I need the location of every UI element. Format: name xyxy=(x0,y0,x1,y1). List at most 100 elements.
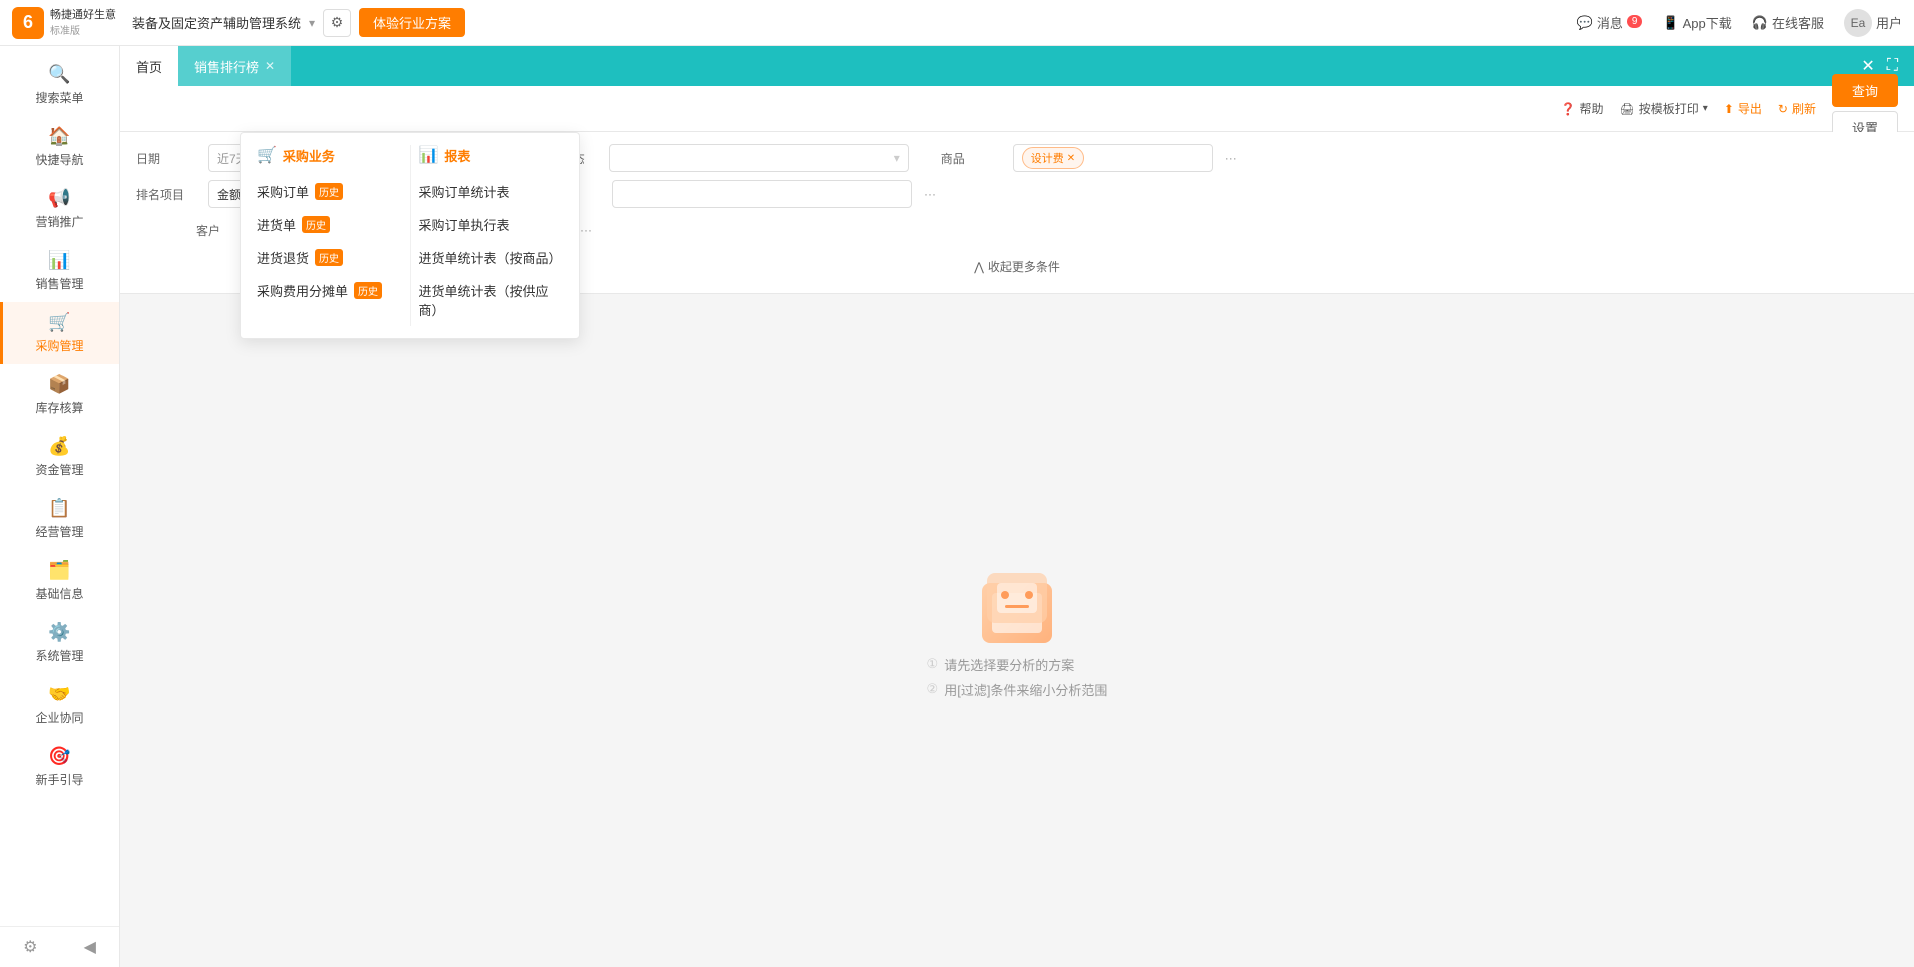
export-button[interactable]: ⬆ 导出 xyxy=(1724,100,1762,117)
sidebar-item-sales[interactable]: 📊 销售管理 xyxy=(0,240,119,302)
sales-icon: 📊 xyxy=(48,250,70,271)
marketing-icon: 📢 xyxy=(48,188,70,209)
app-download-label: App下载 xyxy=(1683,13,1732,32)
tab-close-icon[interactable]: ✕ xyxy=(265,59,275,73)
export-icon: ⬆ xyxy=(1724,102,1734,116)
empty-state: ① 请先选择要分析的方案 ② 用[过滤]条件来缩小分析范围 xyxy=(120,294,1914,967)
dropdown-purchase-order[interactable]: 采购订单 历史 xyxy=(257,175,402,208)
sidebar-item-quick-nav[interactable]: 🏠 快捷导航 xyxy=(0,116,119,178)
purchase-icon: 🛒 xyxy=(48,312,70,333)
title-arrow-icon: ▾ xyxy=(309,16,315,30)
stock-stats-supplier-label: 进货单统计表（按供应商） xyxy=(419,281,564,319)
online-service-button[interactable]: 🎧 在线客服 xyxy=(1752,13,1824,32)
dropdown-stock-in[interactable]: 进货单 历史 xyxy=(257,208,402,241)
sidebar: 🔍 搜索菜单 🏠 快捷导航 📢 营销推广 📊 销售管理 🛒 采购管理 📦 库存核… xyxy=(0,46,120,967)
industry-button[interactable]: 体验行业方案 xyxy=(359,8,465,37)
dropdown-stock-stats-goods[interactable]: 进货单统计表（按商品） xyxy=(419,241,564,274)
app-download-button[interactable]: 📱 App下载 xyxy=(1662,13,1731,32)
system-icon: ⚙️ xyxy=(48,622,70,643)
main-body: 🔍 搜索菜单 🏠 快捷导航 📢 营销推广 📊 销售管理 🛒 采购管理 📦 库存核… xyxy=(0,46,1914,967)
help-icon: ❓ xyxy=(1561,102,1576,116)
message-button[interactable]: 💬 消息 9 xyxy=(1577,13,1643,32)
phone-icon: 📱 xyxy=(1662,15,1678,31)
dropdown-report-title: 📊 报表 xyxy=(419,145,564,165)
purchase-expense-history-badge: 历史 xyxy=(354,282,382,299)
sidebar-item-guide[interactable]: 🎯 新手引导 xyxy=(0,736,119,798)
sidebar-item-marketing[interactable]: 📢 营销推广 xyxy=(0,178,119,240)
dropdown-purchase-expense[interactable]: 采购费用分摊单 历史 xyxy=(257,274,402,307)
message-label: 消息 xyxy=(1597,13,1623,32)
sidebar-item-inventory[interactable]: 📦 库存核算 xyxy=(0,364,119,426)
purchase-expense-label: 采购费用分摊单 xyxy=(257,281,348,300)
collapse-icon: ⋀ xyxy=(974,260,984,274)
sidebar-label-quick-nav: 快捷导航 xyxy=(35,151,83,168)
sidebar-item-basic-info[interactable]: 🗂️ 基础信息 xyxy=(0,550,119,612)
stock-in-history-badge: 历史 xyxy=(302,216,330,233)
dropdown-stock-stats-supplier[interactable]: 进货单统计表（按供应商） xyxy=(419,274,564,326)
print-dropdown-icon: ▾ xyxy=(1703,103,1708,114)
refresh-label: 刷新 xyxy=(1792,100,1816,117)
print-template-button[interactable]: 🖨 按模板打印 ▾ xyxy=(1620,100,1708,117)
sidebar-label-sales: 销售管理 xyxy=(35,275,83,292)
sidebar-item-operations[interactable]: 📋 经营管理 xyxy=(0,488,119,550)
message-icon: 💬 xyxy=(1577,15,1593,31)
empty-robot-svg xyxy=(967,563,1067,643)
help-label: 帮助 xyxy=(1580,100,1604,117)
empty-icon xyxy=(967,563,1067,643)
tab-bar: 首页 销售排行榜 ✕ ✕ ⛶ xyxy=(120,46,1914,86)
rank-filter-label: 排名项目 xyxy=(136,186,196,203)
tab-sales-rank[interactable]: 销售排行榜 ✕ xyxy=(178,46,291,86)
settings-gear-button[interactable]: ⚙ xyxy=(323,9,351,37)
goods-tag: 设计费 ✕ xyxy=(1022,147,1084,169)
dropdown-stock-return[interactable]: 进货退货 历史 xyxy=(257,241,402,274)
online-service-label: 在线客服 xyxy=(1772,13,1824,32)
dropdown-purchase-order-exec[interactable]: 采购订单执行表 xyxy=(419,208,564,241)
sidebar-item-purchase[interactable]: 🛒 采购管理 xyxy=(0,302,119,364)
status-filter-input[interactable]: ▾ xyxy=(609,144,909,172)
dropdown-purchase-title: 🛒 采购业务 xyxy=(257,145,402,165)
sidebar-label-marketing: 营销推广 xyxy=(35,213,83,230)
avatar: Ea xyxy=(1844,9,1872,37)
sidebar-label-cooperation: 企业协同 xyxy=(35,709,83,726)
user-area[interactable]: Ea 用户 xyxy=(1844,9,1902,37)
stock-stats-goods-label: 进货单统计表（按商品） xyxy=(419,248,562,267)
empty-hint1: 请先选择要分析的方案 xyxy=(944,655,1074,674)
purchase-dropdown-menu: 🛒 采购业务 采购订单 历史 进货单 历史 进货退货 历史 xyxy=(240,132,580,339)
print-icon: 🖨 xyxy=(1620,102,1635,116)
inventory-icon: 📦 xyxy=(48,374,70,395)
customer-filter-dots[interactable]: ··· xyxy=(580,223,592,237)
sidebar-collapse-button[interactable]: ◀ xyxy=(84,937,96,957)
sidebar-settings-button[interactable]: ⚙ xyxy=(23,937,37,957)
logo-title: 畅捷通好生意 xyxy=(50,8,116,22)
help-button[interactable]: ❓ 帮助 xyxy=(1561,100,1604,117)
header-title-area: 装备及固定资产辅助管理系统 ▾ ⚙ 体验行业方案 xyxy=(132,8,1577,37)
dropdown-purchase-order-stats[interactable]: 采购订单统计表 xyxy=(419,175,564,208)
query-button[interactable]: 查询 xyxy=(1832,74,1898,107)
goods-tag-close-icon[interactable]: ✕ xyxy=(1067,153,1075,164)
purchase-order-label: 采购订单 xyxy=(257,182,309,201)
system-title: 装备及固定资产辅助管理系统 xyxy=(132,13,301,32)
sidebar-item-cooperation[interactable]: 🤝 企业协同 xyxy=(0,674,119,736)
status-dropdown-icon: ▾ xyxy=(894,151,900,165)
goods-filter-input[interactable]: 设计费 ✕ xyxy=(1013,144,1213,172)
dropdown-columns: 🛒 采购业务 采购订单 历史 进货单 历史 进货退货 历史 xyxy=(241,145,579,326)
sidebar-item-system[interactable]: ⚙️ 系统管理 xyxy=(0,612,119,674)
toolbar: ❓ 帮助 🖨 按模板打印 ▾ ⬆ 导出 ↻ 刷新 查询 设置 xyxy=(120,86,1914,132)
sidebar-label-inventory: 库存核算 xyxy=(35,399,83,416)
purchase-section-icon: 🛒 xyxy=(257,145,277,165)
refresh-button[interactable]: ↻ 刷新 xyxy=(1778,100,1816,117)
sidebar-item-finance[interactable]: 💰 资金管理 xyxy=(0,426,119,488)
salesman-filter-input[interactable] xyxy=(612,180,912,208)
goods-filter-dots[interactable]: ··· xyxy=(1225,151,1237,165)
salesman-filter-dots[interactable]: ··· xyxy=(924,187,936,201)
goods-filter-label: 商品 xyxy=(941,150,1001,167)
tab-home[interactable]: 首页 xyxy=(120,46,178,86)
sidebar-bottom: ⚙ ◀ xyxy=(0,926,119,967)
print-template-label: 按模板打印 xyxy=(1639,100,1699,117)
rank-value-text: 金额 xyxy=(217,186,241,203)
sidebar-label-operations: 经营管理 xyxy=(35,523,83,540)
user-label: 用户 xyxy=(1876,13,1902,32)
sidebar-item-search[interactable]: 🔍 搜索菜单 xyxy=(0,54,119,116)
avatar-initials: Ea xyxy=(1851,16,1866,30)
sidebar-label-system: 系统管理 xyxy=(35,647,83,664)
